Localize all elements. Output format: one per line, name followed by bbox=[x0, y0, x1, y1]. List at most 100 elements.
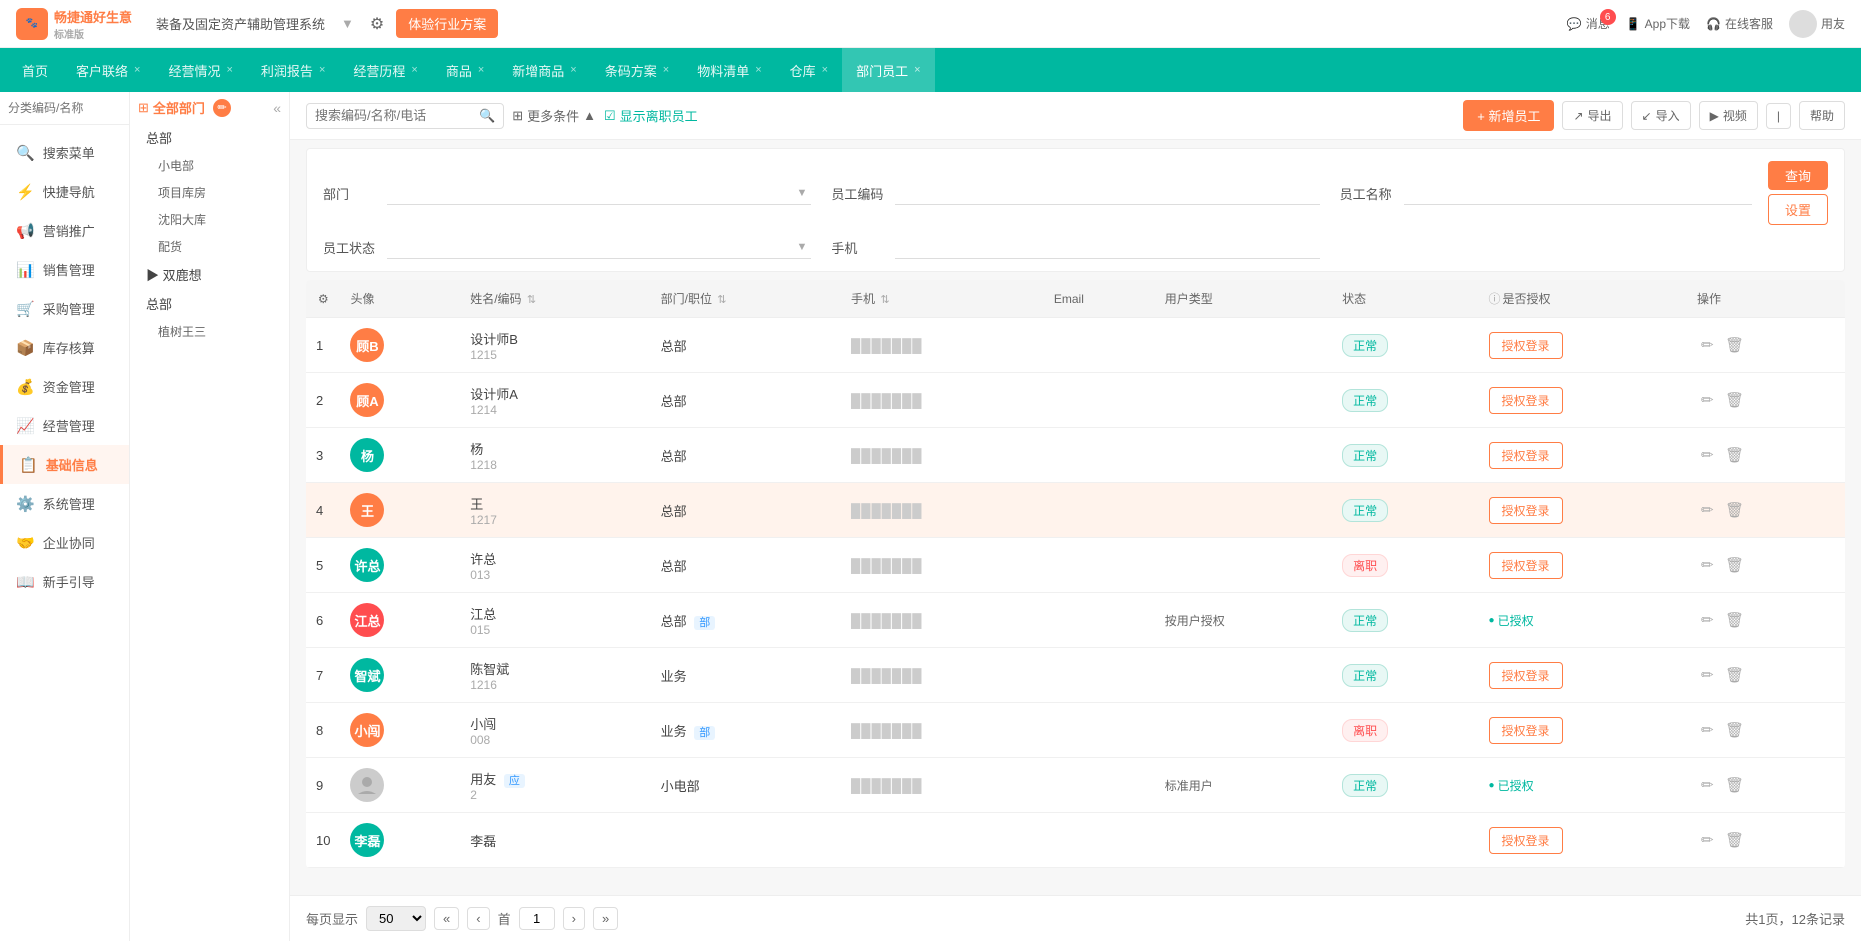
filter-phone-input[interactable] bbox=[895, 235, 1319, 259]
delete-btn[interactable]: 🗑 bbox=[1721, 389, 1748, 411]
sidebar-item-新手引导[interactable]: 📖新手引导 bbox=[0, 562, 129, 601]
dept-node-植树王三[interactable]: 植树王三 bbox=[130, 318, 289, 345]
tab-close-icon[interactable]: × bbox=[478, 64, 484, 76]
tab-close-icon[interactable]: × bbox=[411, 64, 417, 76]
nav-tab-利润报告[interactable]: 利润报告× bbox=[247, 48, 339, 92]
query-btn[interactable]: 查询 bbox=[1768, 161, 1828, 190]
tab-close-icon[interactable]: × bbox=[822, 64, 828, 76]
tab-close-icon[interactable]: × bbox=[226, 64, 232, 76]
nav-tab-新增商品[interactable]: 新增商品× bbox=[498, 48, 590, 92]
col-dept-pos[interactable]: 部门/职位 ⇅ bbox=[651, 280, 841, 318]
sidebar-item-销售管理[interactable]: 📊销售管理 bbox=[0, 250, 129, 289]
nav-tab-商品[interactable]: 商品× bbox=[432, 48, 498, 92]
last-page-btn[interactable]: » bbox=[593, 907, 618, 930]
edit-btn[interactable]: ✏ bbox=[1697, 554, 1718, 576]
dept-node-总部[interactable]: 总部 bbox=[130, 123, 289, 152]
export-btn[interactable]: ↗ 导出 bbox=[1562, 101, 1622, 130]
per-page-select[interactable]: 50 100 bbox=[366, 906, 426, 931]
delete-btn[interactable]: 🗑 bbox=[1721, 829, 1748, 851]
sidebar-item-资金管理[interactable]: 💰资金管理 bbox=[0, 367, 129, 406]
filter-status-select[interactable] bbox=[387, 235, 811, 259]
auth-btn[interactable]: 授权登录 bbox=[1489, 387, 1563, 414]
dept-edit-icon[interactable]: ✏ bbox=[213, 99, 231, 117]
dept-node-项目库房[interactable]: 项目库房 bbox=[130, 179, 289, 206]
delete-btn[interactable]: 🗑 bbox=[1721, 554, 1748, 576]
dept-node-沈阳大库[interactable]: 沈阳大库 bbox=[130, 206, 289, 233]
service-btn[interactable]: 🎧 在线客服 bbox=[1706, 15, 1773, 32]
auth-btn[interactable]: 授权登录 bbox=[1489, 552, 1563, 579]
show-resigned-toggle[interactable]: ☑ 显示离职员工 bbox=[604, 106, 698, 125]
dept-collapse-icon[interactable]: « bbox=[273, 100, 281, 116]
col-settings[interactable]: ⚙ bbox=[306, 280, 340, 318]
auth-btn[interactable]: 授权登录 bbox=[1489, 497, 1563, 524]
sidebar-item-经营管理[interactable]: 📈经营管理 bbox=[0, 406, 129, 445]
nav-tab-物料清单[interactable]: 物料清单× bbox=[683, 48, 775, 92]
sidebar-item-搜索菜单[interactable]: 🔍搜索菜单 bbox=[0, 133, 129, 172]
nav-tab-经营情况[interactable]: 经营情况× bbox=[154, 48, 246, 92]
delete-btn[interactable]: 🗑 bbox=[1721, 719, 1748, 741]
filter-empname-input[interactable] bbox=[1404, 181, 1752, 205]
nav-tab-客户联络[interactable]: 客户联络× bbox=[62, 48, 154, 92]
dept-node-小电部[interactable]: 小电部 bbox=[130, 152, 289, 179]
sidebar-search-input[interactable] bbox=[8, 101, 130, 115]
tab-close-icon[interactable]: × bbox=[570, 64, 576, 76]
dept-node-▶ 双鹿想[interactable]: ▶ 双鹿想 bbox=[130, 260, 289, 289]
edit-btn[interactable]: ✏ bbox=[1697, 719, 1718, 741]
auth-btn[interactable]: 授权登录 bbox=[1489, 662, 1563, 689]
dropdown-icon[interactable]: ▼ bbox=[341, 16, 354, 31]
dept-all-header[interactable]: ⊞ 全部部门 ✏ « bbox=[130, 92, 289, 123]
try-btn[interactable]: 体验行业方案 bbox=[396, 9, 498, 38]
filter-dept-select[interactable] bbox=[387, 181, 811, 205]
dept-node-总部[interactable]: 总部 bbox=[130, 289, 289, 318]
filter-empcode-input[interactable] bbox=[895, 181, 1319, 205]
search-icon[interactable]: 🔍 bbox=[479, 108, 495, 124]
delete-btn[interactable]: 🗑 bbox=[1721, 774, 1748, 796]
first-page-btn[interactable]: « bbox=[434, 907, 459, 930]
delete-btn[interactable]: 🗑 bbox=[1721, 609, 1748, 631]
more-filter-btn[interactable]: ⊞ 更多条件 ▲ bbox=[512, 106, 596, 125]
nav-tab-条码方案[interactable]: 条码方案× bbox=[591, 48, 683, 92]
delete-btn[interactable]: 🗑 bbox=[1721, 334, 1748, 356]
sidebar-item-采购管理[interactable]: 🛒采购管理 bbox=[0, 289, 129, 328]
edit-btn[interactable]: ✏ bbox=[1697, 774, 1718, 796]
edit-btn[interactable]: ✏ bbox=[1697, 389, 1718, 411]
set-btn[interactable]: 设置 bbox=[1768, 194, 1828, 225]
tab-close-icon[interactable]: × bbox=[755, 64, 761, 76]
sidebar-item-快捷导航[interactable]: ⚡快捷导航 bbox=[0, 172, 129, 211]
prev-page-btn[interactable]: ‹ bbox=[467, 907, 489, 930]
auth-btn[interactable]: 授权登录 bbox=[1489, 827, 1563, 854]
tab-close-icon[interactable]: × bbox=[663, 64, 669, 76]
import-btn[interactable]: ↙ 导入 bbox=[1631, 101, 1691, 130]
tab-close-icon[interactable]: × bbox=[319, 64, 325, 76]
col-name-code[interactable]: 姓名/编码 ⇅ bbox=[460, 280, 650, 318]
user-btn[interactable]: 用友 bbox=[1789, 10, 1845, 38]
nav-tab-首页[interactable]: 首页 bbox=[8, 48, 62, 92]
edit-btn[interactable]: ✏ bbox=[1697, 664, 1718, 686]
app-download-btn[interactable]: 📱 App下载 bbox=[1626, 15, 1690, 32]
auth-btn[interactable]: 授权登录 bbox=[1489, 717, 1563, 744]
edit-btn[interactable]: ✏ bbox=[1697, 829, 1718, 851]
extra-btn[interactable]: 帮助 bbox=[1799, 101, 1845, 130]
nav-tab-部门员工[interactable]: 部门员工× bbox=[842, 48, 934, 92]
edit-btn[interactable]: ✏ bbox=[1697, 334, 1718, 356]
nav-tab-仓库[interactable]: 仓库× bbox=[776, 48, 842, 92]
gear-icon[interactable]: ⚙ bbox=[370, 14, 384, 34]
search-input[interactable] bbox=[315, 108, 475, 123]
help-btn[interactable]: | bbox=[1766, 103, 1791, 129]
message-btn[interactable]: 💬 消息 6 bbox=[1567, 15, 1610, 32]
dept-node-配货[interactable]: 配货 bbox=[130, 233, 289, 260]
sidebar-item-企业协同[interactable]: 🤝企业协同 bbox=[0, 523, 129, 562]
sidebar-item-库存核算[interactable]: 📦库存核算 bbox=[0, 328, 129, 367]
page-input[interactable] bbox=[519, 907, 555, 930]
delete-btn[interactable]: 🗑 bbox=[1721, 664, 1748, 686]
auth-btn[interactable]: 授权登录 bbox=[1489, 442, 1563, 469]
sidebar-item-基础信息[interactable]: 📋基础信息 bbox=[0, 445, 129, 484]
col-phone[interactable]: 手机 ⇅ bbox=[841, 280, 1044, 318]
delete-btn[interactable]: 🗑 bbox=[1721, 499, 1748, 521]
next-page-btn[interactable]: › bbox=[563, 907, 585, 930]
add-employee-btn[interactable]: + 新增员工 bbox=[1463, 100, 1554, 131]
sidebar-item-营销推广[interactable]: 📢营销推广 bbox=[0, 211, 129, 250]
edit-btn[interactable]: ✏ bbox=[1697, 609, 1718, 631]
auth-btn[interactable]: 授权登录 bbox=[1489, 332, 1563, 359]
tab-close-icon[interactable]: × bbox=[134, 64, 140, 76]
